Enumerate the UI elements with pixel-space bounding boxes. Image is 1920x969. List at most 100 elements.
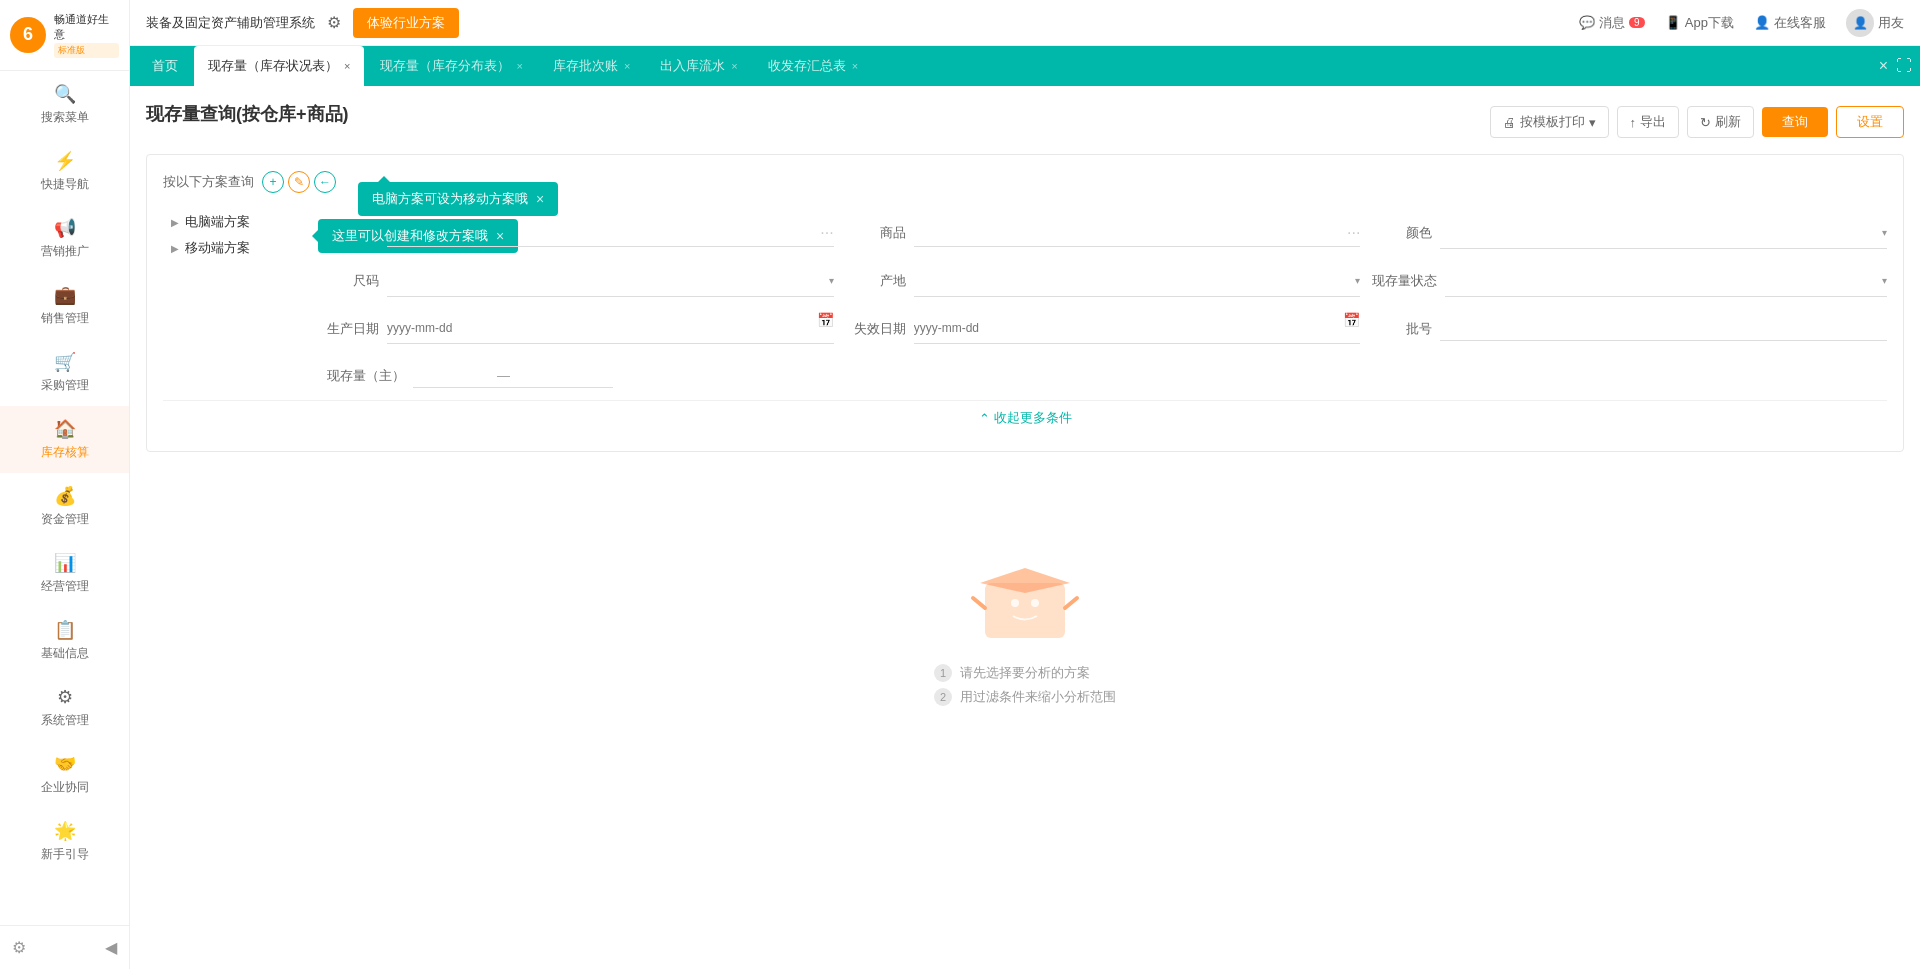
empty-step-2-text: 用过滤条件来缩小分析范围	[960, 688, 1116, 706]
warehouse-dots-btn[interactable]: ···	[820, 224, 833, 242]
inventory-icon: 🏠	[54, 418, 76, 440]
size-dropdown-icon[interactable]: ▾	[829, 275, 834, 286]
sidebar-item-finance[interactable]: 💰 资金管理	[0, 473, 129, 540]
tab-close-icon[interactable]: ×	[344, 60, 350, 72]
tab-close-icon[interactable]: ×	[516, 60, 522, 72]
export-btn[interactable]: ↑ 导出	[1617, 106, 1680, 138]
template-print-btn[interactable]: 🖨 按模板打印 ▾	[1490, 106, 1609, 138]
marketing-icon: 📢	[54, 217, 76, 239]
tab-collect-summary[interactable]: 收发存汇总表 ×	[754, 46, 872, 86]
tabs-bar: 首页 现存量（库存状况表） × 现存量（库存分布表） × 库存批次账 × 出入库…	[130, 46, 1920, 86]
plan-tooltip-close[interactable]: ×	[536, 191, 544, 207]
app-download-label: App下载	[1685, 14, 1734, 32]
quantity-main-min-input[interactable]	[413, 364, 493, 387]
tab-close-icon[interactable]: ×	[852, 60, 858, 72]
svg-point-1	[1011, 599, 1019, 607]
arrow-right-icon: ▶	[171, 243, 179, 254]
filter-label: 按以下方案查询	[163, 173, 254, 191]
empty-step-1-text: 请先选择要分析的方案	[960, 664, 1090, 682]
notification-btn[interactable]: 💬 消息 9	[1579, 14, 1645, 32]
tab-batch-account[interactable]: 库存批次账 ×	[539, 46, 644, 86]
filter-back-btn[interactable]: ←	[314, 171, 336, 193]
produce-date-field: 生产日期 📅	[319, 313, 834, 344]
sidebar-item-label: 营销推广	[41, 243, 89, 260]
scheme-mobile-item[interactable]: ▶ 移动端方案	[163, 235, 303, 261]
sidebar-collapse-btn[interactable]: ◀	[105, 938, 117, 957]
produce-date-input[interactable]	[387, 317, 817, 339]
tab-close-all-btn[interactable]: ×	[1879, 57, 1888, 75]
goods-field: 商品 ···	[846, 217, 1361, 249]
app-logo: 6 畅通道好生意 标准版	[0, 0, 129, 71]
sidebar-item-purchase[interactable]: 🛒 采购管理	[0, 339, 129, 406]
color-dropdown-icon[interactable]: ▾	[1882, 227, 1887, 238]
step-num-2: 2	[934, 688, 952, 706]
sidebar-item-search[interactable]: 🔍 搜索菜单	[0, 71, 129, 138]
top-header: 装备及固定资产辅助管理系统 ⚙ 体验行业方案 💬 消息 9 📱 App下载 👤 …	[130, 0, 1920, 46]
sidebar-item-sales[interactable]: 💼 销售管理	[0, 272, 129, 339]
expire-date-calendar-icon[interactable]: 📅	[1343, 312, 1360, 328]
expire-date-input[interactable]	[914, 317, 1344, 339]
sidebar-footer: ⚙ ◀	[0, 925, 129, 969]
online-support-btn[interactable]: 👤 在线客服	[1754, 14, 1826, 32]
sidebar-settings-btn[interactable]: ⚙	[12, 938, 26, 957]
online-support-label: 在线客服	[1774, 14, 1826, 32]
scheme-tree: ▶ 电脑端方案 ▶ 移动端方案 这里可以创建和修改方案哦 ×	[163, 209, 303, 388]
logo-badge: 标准版	[54, 43, 119, 58]
inventory-status-input[interactable]	[1445, 269, 1882, 292]
filter-edit-btn[interactable]: ✎	[288, 171, 310, 193]
sidebar-nav: 🔍 搜索菜单 ⚡ 快捷导航 📢 营销推广 💼 销售管理 🛒 采购管理 🏠	[0, 71, 129, 925]
empty-step-2: 2 用过滤条件来缩小分析范围	[934, 688, 1116, 706]
query-btn[interactable]: 查询	[1762, 107, 1828, 137]
tab-fullscreen-btn[interactable]: ⛶	[1896, 57, 1912, 75]
empty-svg	[965, 548, 1085, 648]
tab-inventory-dist[interactable]: 现存量（库存分布表） ×	[366, 46, 536, 86]
user-menu[interactable]: 👤 用友	[1846, 9, 1904, 37]
batch-input[interactable]	[1440, 317, 1887, 341]
tab-inventory-status[interactable]: 现存量（库存状况表） ×	[194, 46, 364, 86]
produce-date-calendar-icon[interactable]: 📅	[817, 312, 834, 328]
sidebar-item-basic[interactable]: 📋 基础信息	[0, 607, 129, 674]
tab-home[interactable]: 首页	[138, 49, 192, 83]
origin-dropdown-icon[interactable]: ▾	[1355, 275, 1360, 286]
sidebar-item-quicknav[interactable]: ⚡ 快捷导航	[0, 138, 129, 205]
origin-input[interactable]	[914, 269, 1356, 292]
sidebar-item-marketing[interactable]: 📢 营销推广	[0, 205, 129, 272]
sidebar-item-label: 新手引导	[41, 846, 89, 863]
sidebar-item-guide[interactable]: 🌟 新手引导	[0, 808, 129, 875]
experience-btn[interactable]: 体验行业方案	[353, 8, 459, 38]
sidebar-item-operations[interactable]: 📊 经营管理	[0, 540, 129, 607]
goods-dots-btn[interactable]: ···	[1347, 224, 1360, 242]
app-download-icon: 📱	[1665, 15, 1681, 30]
sidebar-item-enterprise[interactable]: 🤝 企业协同	[0, 741, 129, 808]
page-title: 现存量查询(按仓库+商品)	[146, 102, 349, 126]
print-icon: 🖨	[1503, 115, 1516, 130]
tab-close-icon[interactable]: ×	[731, 60, 737, 72]
filter-area: 按以下方案查询 + ✎ ← 电脑方案可设为移动方案哦 ×	[146, 154, 1904, 452]
sidebar-item-system[interactable]: ⚙ 系统管理	[0, 674, 129, 741]
quantity-main-max-input[interactable]	[514, 364, 594, 387]
tab-close-icon[interactable]: ×	[624, 60, 630, 72]
search-nav-icon: 🔍	[54, 83, 76, 105]
avatar: 👤	[1846, 9, 1874, 37]
set-btn[interactable]: 设置	[1836, 106, 1904, 138]
sidebar-item-inventory[interactable]: 🏠 库存核算	[0, 406, 129, 473]
tab-inout-flow[interactable]: 出入库流水 ×	[646, 46, 751, 86]
color-field: 颜色 ▾	[1372, 217, 1887, 249]
filter-row-1: 仓库 ··· 商品	[319, 209, 1887, 257]
operations-icon: 📊	[54, 552, 76, 574]
scheme-desktop-item[interactable]: ▶ 电脑端方案	[163, 209, 303, 235]
notification-label: 消息	[1599, 14, 1625, 32]
color-input[interactable]	[1440, 221, 1882, 244]
app-download-btn[interactable]: 📱 App下载	[1665, 14, 1734, 32]
size-input[interactable]	[387, 269, 829, 292]
size-label: 尺码	[319, 272, 379, 290]
batch-label: 批号	[1372, 320, 1432, 338]
collapse-bar[interactable]: ⌃ 收起更多条件	[163, 400, 1887, 435]
inv-status-dropdown-icon[interactable]: ▾	[1882, 275, 1887, 286]
quantity-main-label: 现存量（主）	[327, 367, 405, 385]
filter-add-btn[interactable]: +	[262, 171, 284, 193]
refresh-label: 刷新	[1715, 113, 1741, 131]
refresh-btn[interactable]: ↻ 刷新	[1687, 106, 1754, 138]
scheme-desktop-label: 电脑端方案	[185, 213, 250, 231]
header-settings-icon[interactable]: ⚙	[327, 13, 341, 32]
